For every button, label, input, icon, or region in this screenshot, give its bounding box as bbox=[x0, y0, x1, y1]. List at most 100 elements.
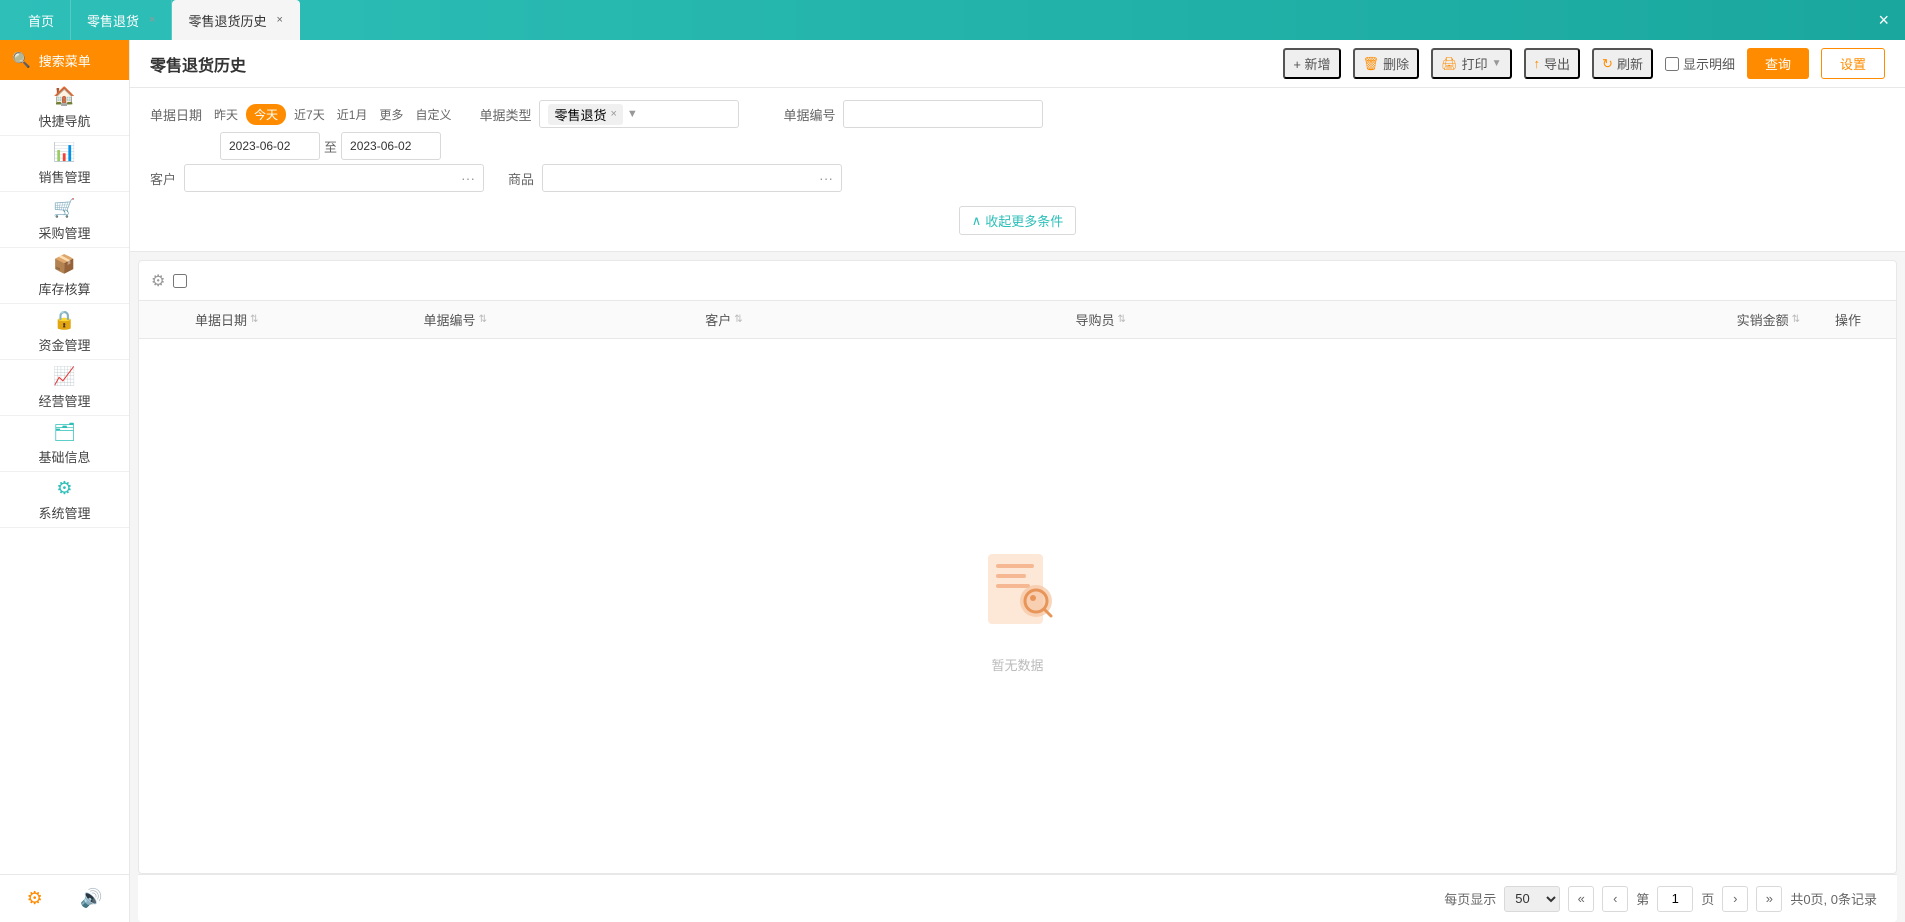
sidebar-item-basic-info[interactable]: 🗂 基础信息 bbox=[0, 416, 129, 472]
col-amount-label: 实销金额 bbox=[1737, 310, 1789, 329]
last-page-icon: » bbox=[1766, 891, 1773, 906]
delete-button-label: 删除 bbox=[1383, 54, 1409, 73]
sidebar-item-operation[interactable]: 📈 经营管理 bbox=[0, 360, 129, 416]
col-no-header[interactable]: 单据编号 ⇅ bbox=[416, 310, 698, 329]
sidebar-item-system[interactable]: ⚙ 系统管理 bbox=[0, 472, 129, 528]
page-label-prefix: 第 bbox=[1636, 889, 1649, 908]
query-button-label: 查询 bbox=[1765, 57, 1791, 72]
export-button[interactable]: ↑ 导出 bbox=[1524, 48, 1581, 79]
table-settings-icon[interactable]: ⚙ bbox=[151, 271, 165, 291]
tab-home[interactable]: 首页 bbox=[12, 0, 71, 40]
col-date-sort-icon[interactable]: ⇅ bbox=[250, 314, 258, 325]
sidebar-item-finance[interactable]: 🔒 资金管理 bbox=[0, 304, 129, 360]
goods-select[interactable]: ··· bbox=[542, 164, 842, 192]
next-page-button[interactable]: › bbox=[1722, 886, 1748, 912]
prev-page-button[interactable]: ‹ bbox=[1602, 886, 1628, 912]
date-btn-custom[interactable]: 自定义 bbox=[411, 104, 455, 125]
quick-nav-icon: 🏠 bbox=[53, 86, 75, 107]
sidebar-item-quick-nav-label: 快捷导航 bbox=[38, 111, 90, 130]
sidebar-item-basic-info-label: 基础信息 bbox=[38, 447, 90, 466]
col-guide-sort-icon[interactable]: ⇅ bbox=[1118, 314, 1126, 325]
col-date-header[interactable]: 单据日期 ⇅ bbox=[187, 310, 416, 329]
no-filter-label: 单据编号 bbox=[783, 105, 835, 124]
print-dropdown-icon: ▼ bbox=[1492, 58, 1502, 69]
date-from-input[interactable] bbox=[220, 132, 320, 160]
col-no-sort-icon[interactable]: ⇅ bbox=[479, 314, 487, 325]
empty-text: 暂无数据 bbox=[991, 655, 1043, 674]
date-btn-more[interactable]: 更多 bbox=[375, 104, 407, 125]
customer-select[interactable]: ··· bbox=[184, 164, 484, 192]
new-button[interactable]: + 新增 bbox=[1283, 48, 1340, 79]
refresh-icon: ↻ bbox=[1602, 56, 1613, 72]
date-btn-yesterday[interactable]: 昨天 bbox=[210, 104, 242, 125]
last-page-button[interactable]: » bbox=[1756, 886, 1782, 912]
sidebar-item-sales[interactable]: 📊 销售管理 bbox=[0, 136, 129, 192]
type-dropdown-icon[interactable]: ▼ bbox=[627, 108, 638, 120]
header-actions: + 新增 🗑 删除 🖨 打印 ▼ ↑ 导出 ↻ 刷新 bbox=[1283, 48, 1885, 79]
date-btn-7days[interactable]: 近7天 bbox=[290, 104, 329, 125]
query-button[interactable]: 查询 bbox=[1747, 48, 1809, 79]
setting-button[interactable]: 设置 bbox=[1821, 48, 1885, 79]
table-area: ⚙ 单据日期 ⇅ 单据编号 ⇅ 客户 ⇅ 导购员 bbox=[138, 260, 1897, 874]
print-icon: 🖨 bbox=[1441, 56, 1458, 72]
sidebar-item-operation-label: 经营管理 bbox=[38, 391, 90, 410]
col-date-label: 单据日期 bbox=[195, 310, 247, 329]
main-layout: 🔍 搜索菜单 🏠 快捷导航 📊 销售管理 🛒 采购管理 📦 库存核算 🔒 资金管… bbox=[0, 40, 1905, 922]
col-amount-header[interactable]: 实销金额 ⇅ bbox=[1526, 310, 1808, 329]
delete-button[interactable]: 🗑 删除 bbox=[1353, 48, 1420, 79]
collapse-filter-button[interactable]: ∧ 收起更多条件 bbox=[959, 206, 1077, 235]
date-to-input[interactable] bbox=[341, 132, 441, 160]
customer-filter-label: 客户 bbox=[150, 169, 176, 188]
tab-retail-return-history[interactable]: 零售退货历史 × bbox=[172, 0, 299, 40]
refresh-button[interactable]: ↻ 刷新 bbox=[1592, 48, 1653, 79]
tab-retail-return[interactable]: 零售退货 × bbox=[71, 0, 172, 40]
finance-icon: 🔒 bbox=[53, 310, 75, 331]
date-range-separator: 至 bbox=[324, 137, 337, 156]
type-tag-label: 零售退货 bbox=[554, 105, 606, 124]
goods-filter: 商品 ··· bbox=[508, 164, 842, 192]
close-window-icon[interactable]: × bbox=[1878, 10, 1889, 31]
table-select-all-checkbox[interactable] bbox=[173, 274, 187, 288]
new-button-label: + 新增 bbox=[1293, 54, 1330, 73]
sidebar-item-inventory[interactable]: 📦 库存核算 bbox=[0, 248, 129, 304]
col-amount-sort-icon[interactable]: ⇅ bbox=[1792, 314, 1800, 325]
type-tag: 零售退货 × bbox=[548, 104, 622, 125]
type-tag-close-icon[interactable]: × bbox=[610, 108, 616, 120]
show-detail-label: 显示明细 bbox=[1683, 54, 1735, 73]
first-page-button[interactable]: « bbox=[1568, 886, 1594, 912]
settings-bottom-icon[interactable]: ⚙ bbox=[27, 888, 43, 909]
tab-retail-return-history-close-icon[interactable]: × bbox=[276, 14, 282, 26]
no-filter-input[interactable] bbox=[843, 100, 1043, 128]
page-number-input[interactable] bbox=[1657, 886, 1693, 912]
sidebar-item-purchase[interactable]: 🛒 采购管理 bbox=[0, 192, 129, 248]
volume-bottom-icon[interactable]: 🔊 bbox=[80, 888, 102, 909]
date-btn-1month[interactable]: 近1月 bbox=[333, 104, 372, 125]
show-detail-checkbox[interactable] bbox=[1665, 57, 1679, 71]
col-customer-header[interactable]: 客户 ⇅ bbox=[697, 310, 1067, 329]
content: 零售退货历史 + 新增 🗑 删除 🖨 打印 ▼ ↑ 导出 bbox=[130, 40, 1905, 922]
empty-state-icon bbox=[968, 539, 1068, 639]
page-header: 零售退货历史 + 新增 🗑 删除 🖨 打印 ▼ ↑ 导出 bbox=[130, 40, 1905, 88]
sidebar-search-label: 搜索菜单 bbox=[39, 51, 91, 70]
next-page-icon: › bbox=[1733, 891, 1737, 906]
customer-ellipsis-icon[interactable]: ··· bbox=[461, 170, 475, 186]
type-tag-input[interactable]: 零售退货 × ▼ bbox=[539, 100, 739, 128]
sidebar-item-system-label: 系统管理 bbox=[38, 503, 90, 522]
tab-retail-return-close-icon[interactable]: × bbox=[149, 14, 155, 26]
sidebar-item-quick-nav[interactable]: 🏠 快捷导航 bbox=[0, 80, 129, 136]
col-customer-sort-icon[interactable]: ⇅ bbox=[734, 314, 742, 325]
setting-button-label: 设置 bbox=[1840, 57, 1866, 72]
sidebar-search[interactable]: 🔍 搜索菜单 bbox=[0, 40, 129, 80]
col-guide-header[interactable]: 导购员 ⇅ bbox=[1067, 310, 1349, 329]
print-button[interactable]: 🖨 打印 ▼ bbox=[1431, 48, 1511, 79]
show-detail-checkbox-container[interactable]: 显示明细 bbox=[1665, 54, 1735, 73]
filter-row-1: 单据日期 昨天 今天 近7天 近1月 更多 自定义 单据类型 bbox=[150, 100, 1885, 128]
date-filter-label: 单据日期 bbox=[150, 105, 202, 124]
collapse-icon: ∧ bbox=[972, 213, 982, 229]
date-btn-today[interactable]: 今天 bbox=[246, 104, 286, 125]
page-size-select[interactable]: 10 20 50 100 bbox=[1504, 886, 1560, 912]
goods-ellipsis-icon[interactable]: ··· bbox=[819, 170, 833, 186]
print-button-label: 打印 bbox=[1462, 54, 1488, 73]
export-button-label: 导出 bbox=[1544, 54, 1570, 73]
basic-info-icon: 🗂 bbox=[53, 422, 76, 443]
